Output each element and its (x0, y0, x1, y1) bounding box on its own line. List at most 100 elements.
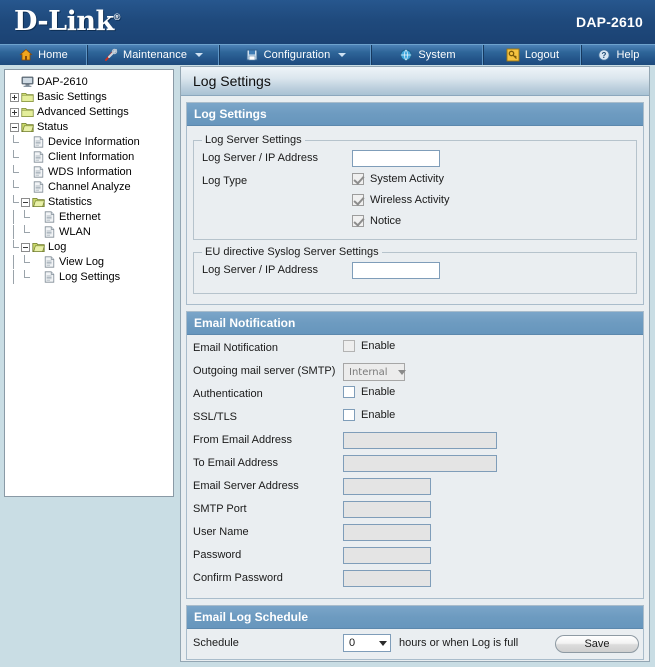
email-notification-enable-label: Email Notification (193, 342, 278, 354)
checkbox-ssl-tls-enable[interactable] (343, 409, 355, 421)
log-settings-panel: Log Settings Log Server Settings Log Ser… (186, 102, 644, 305)
tree-item-dap-2610[interactable]: DAP-2610 (10, 75, 173, 89)
tree-branch-elbow (21, 225, 32, 239)
log-server-ip-input[interactable] (352, 150, 440, 167)
save-button[interactable]: Save (555, 635, 639, 653)
tree-item-statistics[interactable]: Statistics (10, 195, 173, 209)
eu-log-server-ip-input[interactable] (352, 262, 440, 279)
email-field-label: SMTP Port (193, 503, 247, 515)
nav-label-system: System (418, 49, 456, 61)
log-type-notice-row: Notice (352, 215, 628, 227)
tree-item-label: WLAN (59, 226, 91, 238)
question-icon: ? (597, 48, 611, 62)
nav-item-system[interactable]: System (372, 45, 484, 65)
smtp-server-row: Outgoing mail server (SMTP) Internal (193, 363, 637, 384)
eu-syslog-server-legend: EU directive Syslog Server Settings (205, 246, 379, 258)
ssl-tls-label: SSL/TLS (193, 411, 238, 423)
email-field-input[interactable] (343, 501, 431, 518)
email-field-input[interactable] (343, 524, 431, 541)
expand-icon[interactable] (10, 107, 19, 117)
page-icon (32, 136, 45, 148)
nav-item-help[interactable]: ? Help (582, 45, 655, 65)
tree-item-log[interactable]: Log (10, 240, 173, 254)
tree-item-label: Device Information (48, 136, 140, 148)
checkbox-email-notification-enable[interactable] (343, 340, 355, 352)
router-admin-page: D-Link® DAP-2610 Home Maintenance Config… (0, 0, 655, 667)
tree-item-view-log[interactable]: View Log (10, 255, 173, 269)
email-field-input[interactable] (343, 455, 497, 472)
nav-item-logout[interactable]: Logout (484, 45, 582, 65)
computer-icon (21, 76, 34, 88)
email-notification-panel: Email Notification Email Notification En… (186, 311, 644, 599)
tree-branch-elbow (10, 150, 21, 164)
collapse-icon[interactable] (21, 242, 30, 252)
page-icon (32, 151, 45, 163)
main-content-panel: Log Settings Log Settings Log Server Set… (180, 66, 650, 662)
tree-item-label: Basic Settings (37, 91, 107, 103)
email-field-input[interactable] (343, 478, 431, 495)
tree-root: DAP-2610 Basic Settings Advanced Settings S… (5, 70, 173, 284)
tree-item-label: DAP-2610 (37, 76, 88, 88)
tree-item-advanced-settings[interactable]: Advanced Settings (10, 105, 173, 119)
nav-item-maintenance[interactable]: Maintenance (88, 45, 220, 65)
email-field-row: Email Server Address (193, 478, 637, 499)
nav-label-configuration: Configuration (263, 49, 331, 61)
tree-item-basic-settings[interactable]: Basic Settings (10, 90, 173, 104)
tree-branch-elbow (21, 270, 32, 284)
checkbox-wireless-activity[interactable] (352, 194, 364, 206)
folder-open-icon (32, 241, 45, 253)
tree-item-label: Statistics (48, 196, 93, 208)
tree-item-ethernet[interactable]: Ethernet (10, 210, 173, 224)
nav-item-configuration[interactable]: Configuration (220, 45, 372, 65)
page-icon (32, 181, 45, 193)
email-field-label: From Email Address (193, 434, 293, 446)
folder-open-icon (21, 121, 34, 133)
email-field-input[interactable] (343, 432, 497, 449)
nav-item-home[interactable]: Home (0, 45, 88, 65)
smtp-server-select[interactable]: Internal (343, 363, 406, 381)
tree-branch-line (10, 270, 21, 284)
log-server-ip-row: Log Server / IP Address (202, 150, 628, 171)
checkbox-system-activity[interactable] (352, 173, 364, 185)
email-notification-section-body: Email Notification Enable Outgoing mail … (187, 335, 643, 598)
label-wireless-activity: Wireless Activity (370, 194, 450, 206)
tools-icon (104, 48, 118, 62)
tree-item-status[interactable]: Status (10, 120, 173, 134)
tree-item-wlan[interactable]: WLAN (10, 225, 173, 239)
chevron-down-icon-configuration (338, 53, 347, 57)
tree-branch-elbow (10, 195, 21, 209)
tree-item-label: Log Settings (59, 271, 121, 283)
collapse-icon[interactable] (21, 197, 30, 207)
smtp-server-selected-value: Internal (349, 366, 388, 378)
eu-log-server-ip-row: Log Server / IP Address (202, 262, 628, 283)
tree-item-label: Advanced Settings (37, 106, 129, 118)
expand-icon[interactable] (10, 92, 19, 102)
email-field-input[interactable] (343, 570, 431, 587)
log-server-settings-legend: Log Server Settings (205, 134, 302, 146)
log-type-system-activity-row: System Activity (352, 173, 628, 185)
save-disk-icon (245, 48, 259, 62)
dlink-logo: D-Link® (14, 6, 120, 37)
email-field-row: SMTP Port (193, 501, 637, 522)
email-field-row: User Name (193, 524, 637, 545)
tree-item-device-information[interactable]: Device Information (10, 135, 173, 149)
tree-branch-line (10, 210, 21, 224)
tree-item-wds-information[interactable]: WDS Information (10, 165, 173, 179)
log-settings-section-header: Log Settings (187, 103, 643, 126)
email-field-row: Password (193, 547, 637, 568)
tree-branch-elbow (10, 165, 21, 179)
tree-item-client-information[interactable]: Client Information (10, 150, 173, 164)
tree-item-channel-analyze[interactable]: Channel Analyze (10, 180, 173, 194)
checkbox-notice[interactable] (352, 215, 364, 227)
label-authentication-enable: Enable (361, 386, 396, 398)
tree-item-log-settings[interactable]: Log Settings (10, 270, 173, 284)
collapse-icon[interactable] (10, 122, 19, 132)
chevron-down-icon-maintenance (195, 53, 204, 57)
page-icon (43, 226, 56, 238)
page-icon (43, 256, 56, 268)
log-type-wireless-activity-row: Wireless Activity (352, 194, 628, 206)
checkbox-authentication-enable[interactable] (343, 386, 355, 398)
nav-label-home: Home (38, 49, 68, 61)
tree-branch-elbow (10, 240, 21, 254)
email-field-input[interactable] (343, 547, 431, 564)
